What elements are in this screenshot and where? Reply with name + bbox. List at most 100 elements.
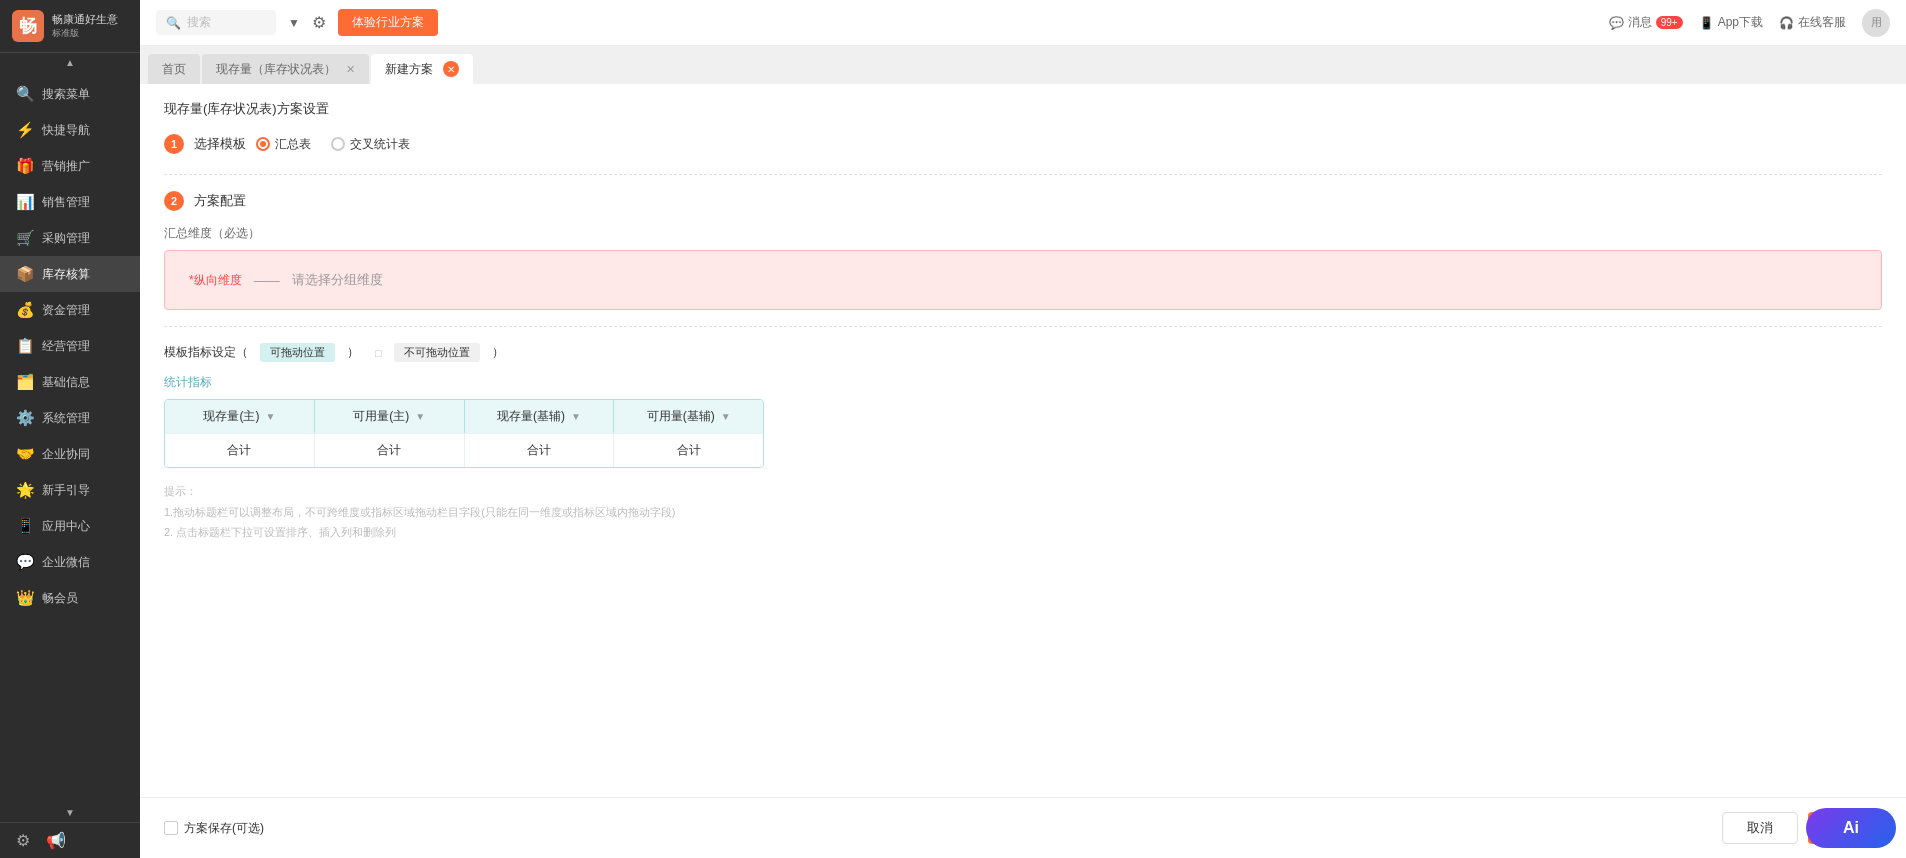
sidebar-item-quick-nav[interactable]: ⚡ 快捷导航 xyxy=(0,112,140,148)
stats-body-row: 合计 合计 合计 合计 xyxy=(165,433,763,467)
topbar-right: 💬 消息 99+ 📱 App下载 🎧 在线客服 用 xyxy=(1609,9,1890,37)
radio-cross-label: 交叉统计表 xyxy=(350,136,410,153)
message-button[interactable]: 💬 消息 99+ xyxy=(1609,14,1683,31)
sales-icon: 📊 xyxy=(16,193,34,211)
sidebar-item-marketing[interactable]: 🎁 营销推广 xyxy=(0,148,140,184)
radio-summary[interactable]: 汇总表 xyxy=(256,136,311,153)
stats-col-2-header[interactable]: 可用量(主) ▼ xyxy=(315,400,465,433)
sidebar-item-purchase[interactable]: 🛒 采购管理 xyxy=(0,220,140,256)
content-area: 现存量(库存状况表)方案设置 1 选择模板 汇总表 交叉统计表 xyxy=(140,84,1906,797)
settings-gear-icon[interactable]: ⚙ xyxy=(312,13,326,32)
sidebar-item-new-guide[interactable]: 🌟 新手引导 xyxy=(0,472,140,508)
topbar: 🔍 搜索 ▼ ⚙ 体验行业方案 💬 消息 99+ 📱 App下载 🎧 在线客服 … xyxy=(140,0,1906,46)
chevron-down-icon-3: ▼ xyxy=(571,411,581,422)
sidebar: 畅 畅康通好生意 标准版 ▲ 🔍 搜索菜单 ⚡ 快捷导航 🎁 营销推广 📊 销售… xyxy=(0,0,140,858)
stats-col-3-header[interactable]: 现存量(基辅) ▼ xyxy=(465,400,615,433)
sidebar-item-label: 销售管理 xyxy=(42,194,90,211)
section-divider-1 xyxy=(164,174,1882,175)
panel-title: 现存量(库存状况表)方案设置 xyxy=(164,100,1882,118)
tip-2: 2. 点击标题栏下拉可设置排序、插入列和删除列 xyxy=(164,523,1882,543)
ai-badge[interactable]: Ai xyxy=(1806,808,1896,848)
sidebar-item-label: 资金管理 xyxy=(42,302,90,319)
tab-inventory-close-icon[interactable]: ✕ xyxy=(346,63,355,76)
save-option[interactable]: 方案保存(可选) xyxy=(164,820,264,837)
logo-icon: 畅 xyxy=(12,10,44,42)
sidebar-item-system[interactable]: ⚙️ 系统管理 xyxy=(0,400,140,436)
online-service-label: 在线客服 xyxy=(1798,14,1846,31)
section1-num: 1 xyxy=(164,134,184,154)
app-logo: 畅 畅康通好生意 标准版 xyxy=(0,0,140,53)
online-service-button[interactable]: 🎧 在线客服 xyxy=(1779,14,1846,31)
stats-col-2-body: 合计 xyxy=(315,433,465,467)
member-icon: 👑 xyxy=(16,589,34,607)
sidebar-item-label: 基础信息 xyxy=(42,374,90,391)
tag-draggable: 可拖动位置 xyxy=(260,343,335,362)
finance-icon: 💰 xyxy=(16,301,34,319)
save-checkbox[interactable] xyxy=(164,821,178,835)
tab-home[interactable]: 首页 xyxy=(148,54,200,84)
sidebar-item-finance[interactable]: 💰 资金管理 xyxy=(0,292,140,328)
stats-col-4-body: 合计 xyxy=(614,433,763,467)
section-divider-2 xyxy=(164,326,1882,327)
main-area: 🔍 搜索 ▼ ⚙ 体验行业方案 💬 消息 99+ 📱 App下载 🎧 在线客服 … xyxy=(140,0,1906,858)
headset-icon: 🎧 xyxy=(1779,16,1794,30)
settings-icon[interactable]: ⚙ xyxy=(16,831,30,850)
sidebar-item-label: 新手引导 xyxy=(42,482,90,499)
message-icon: 💬 xyxy=(1609,16,1624,30)
new-guide-icon: 🌟 xyxy=(16,481,34,499)
user-avatar[interactable]: 用 xyxy=(1862,9,1890,37)
radio-summary-label: 汇总表 xyxy=(275,136,311,153)
section2-header: 2 方案配置 xyxy=(164,191,1882,211)
stats-section-label: 统计指标 xyxy=(164,374,1882,391)
tab-inventory-status[interactable]: 现存量（库存状况表） ✕ xyxy=(202,54,369,84)
sidebar-scroll-up[interactable]: ▲ xyxy=(0,53,140,72)
sidebar-item-inventory[interactable]: 📦 库存核算 xyxy=(0,256,140,292)
tab-new-plan[interactable]: 新建方案 ✕ xyxy=(371,54,473,84)
sidebar-item-operations[interactable]: 📋 经营管理 xyxy=(0,328,140,364)
sidebar-item-corp-wechat[interactable]: 💬 企业微信 xyxy=(0,544,140,580)
search-icon: 🔍 xyxy=(166,16,181,30)
scroll-down-icon[interactable]: ▼ xyxy=(63,805,77,820)
chevron-down-icon: ▼ xyxy=(288,16,300,30)
tab-new-plan-label: 新建方案 xyxy=(385,61,433,78)
tab-new-plan-close-icon[interactable]: ✕ xyxy=(443,61,459,77)
dimension-box[interactable]: *纵向维度 —— 请选择分组维度 xyxy=(164,250,1882,310)
stats-col-3-body: 合计 xyxy=(465,433,615,467)
stats-col-2-label: 可用量(主) xyxy=(353,408,409,425)
speaker-icon[interactable]: 📢 xyxy=(46,831,66,850)
sidebar-item-member[interactable]: 👑 畅会员 xyxy=(0,580,140,616)
basic-info-icon: 🗂️ xyxy=(16,373,34,391)
sidebar-item-search-menu[interactable]: 🔍 搜索菜单 xyxy=(0,76,140,112)
scroll-up-icon[interactable]: ▲ xyxy=(63,55,77,70)
system-icon: ⚙️ xyxy=(16,409,34,427)
sidebar-item-enterprise[interactable]: 🤝 企业协同 xyxy=(0,436,140,472)
indicator-settings-label: 模板指标设定（ xyxy=(164,344,248,361)
dim-section-label: 汇总维度（必选） xyxy=(164,225,1882,242)
chevron-down-icon-4: ▼ xyxy=(721,411,731,422)
indicator-settings-end: ） xyxy=(492,344,504,361)
trial-button[interactable]: 体验行业方案 xyxy=(338,9,438,36)
stats-col-4-header[interactable]: 可用量(基辅) ▼ xyxy=(614,400,763,433)
sidebar-item-label: 企业微信 xyxy=(42,554,90,571)
stats-col-1-body: 合计 xyxy=(165,433,315,467)
section2-num: 2 xyxy=(164,191,184,211)
sidebar-bottom: ⚙ 📢 xyxy=(0,822,140,858)
sidebar-item-sales[interactable]: 📊 销售管理 xyxy=(0,184,140,220)
sidebar-item-app-center[interactable]: 📱 应用中心 xyxy=(0,508,140,544)
app-download-button[interactable]: 📱 App下载 xyxy=(1699,14,1763,31)
section2-label: 方案配置 xyxy=(194,192,246,210)
topbar-dropdown[interactable]: ▼ xyxy=(288,16,300,30)
sidebar-scroll-down[interactable]: ▼ xyxy=(0,803,140,822)
radio-cross-dot xyxy=(331,137,345,151)
sidebar-item-basic-info[interactable]: 🗂️ 基础信息 xyxy=(0,364,140,400)
sidebar-item-label: 企业协同 xyxy=(42,446,90,463)
stats-col-1-header[interactable]: 现存量(主) ▼ xyxy=(165,400,315,433)
search-box[interactable]: 🔍 搜索 xyxy=(156,10,276,35)
tip-1: 1.拖动标题栏可以调整布局，不可跨维度或指标区域拖动栏目字段(只能在同一维度或指… xyxy=(164,503,1882,523)
section-template: 1 选择模板 汇总表 交叉统计表 xyxy=(164,134,1882,154)
radio-cross[interactable]: 交叉统计表 xyxy=(331,136,410,153)
section1-label: 选择模板 xyxy=(194,135,246,153)
stats-col-4-label: 可用量(基辅) xyxy=(647,408,715,425)
cancel-button[interactable]: 取消 xyxy=(1722,812,1798,844)
quick-nav-icon: ⚡ xyxy=(16,121,34,139)
